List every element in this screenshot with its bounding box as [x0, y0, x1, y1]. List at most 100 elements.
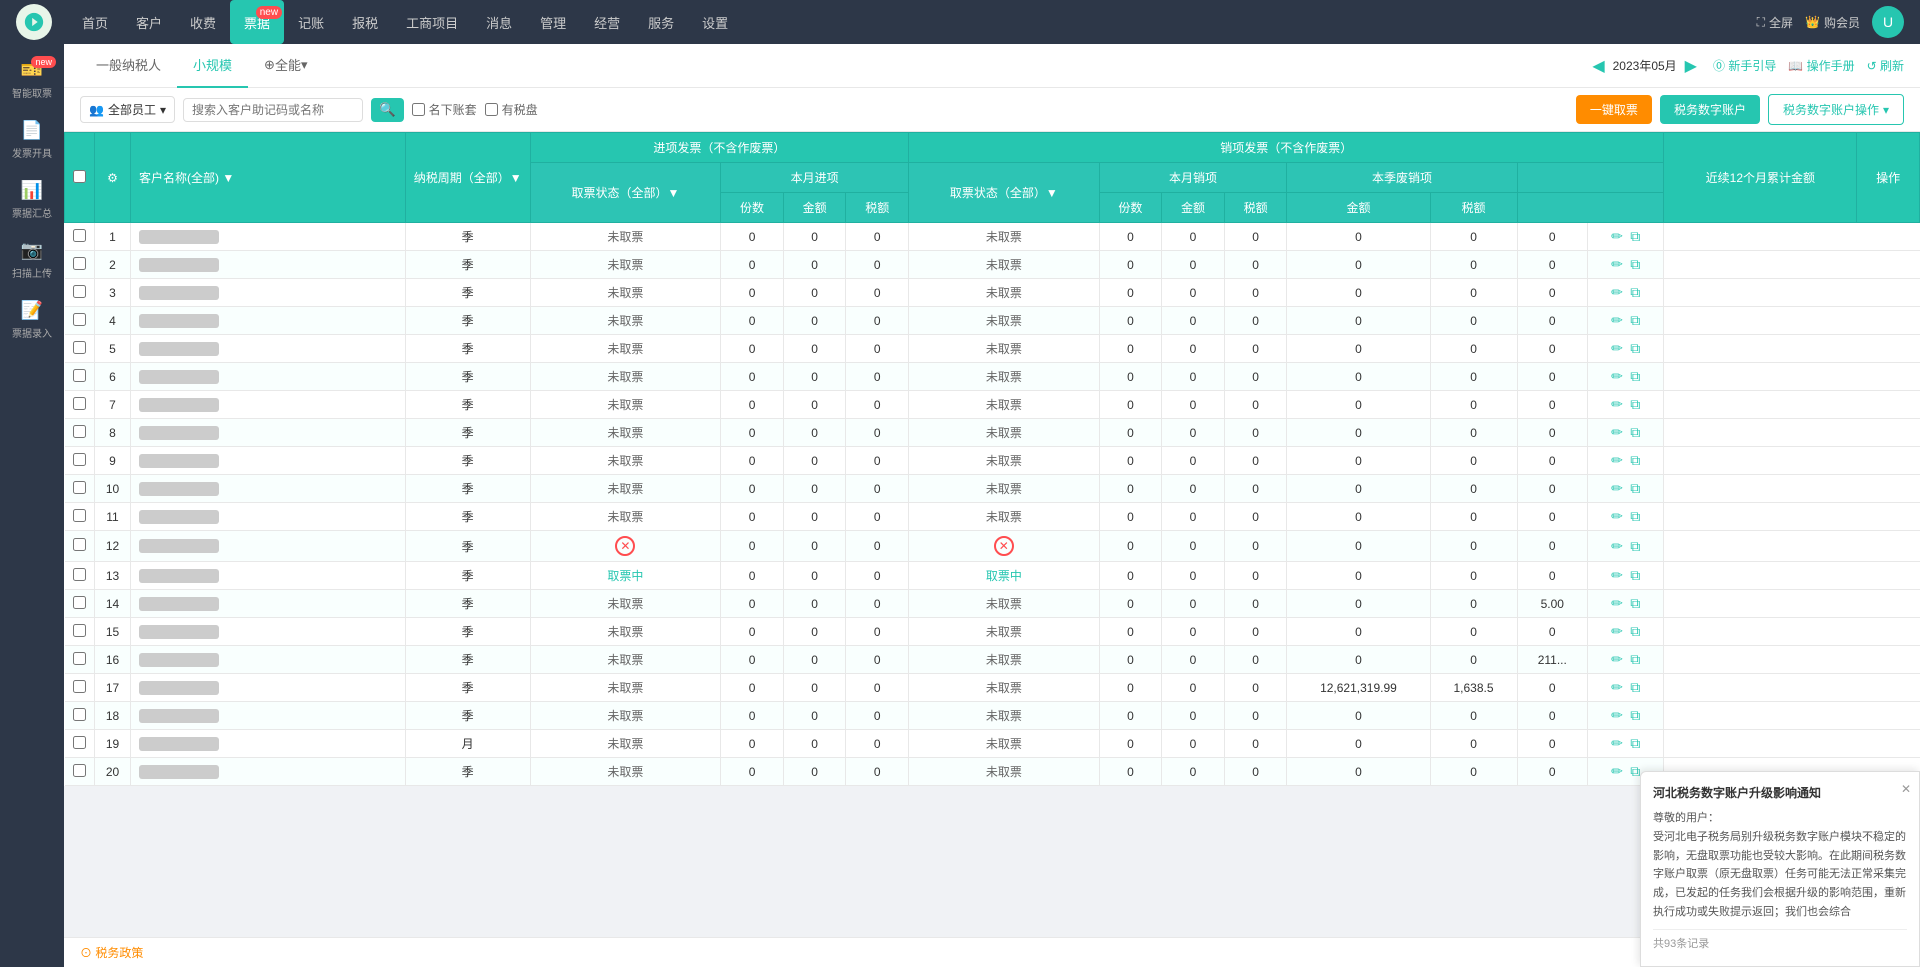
edit-action-icon[interactable]: ✏	[1611, 340, 1623, 356]
edit-action-icon[interactable]: ✏	[1611, 312, 1623, 328]
edit-action-icon[interactable]: ✏	[1611, 480, 1623, 496]
row-checkbox[interactable]	[73, 285, 86, 298]
tax-policy-link[interactable]: ⊙ 税务政策	[80, 944, 143, 961]
sidebar-item-ticket-entry[interactable]: 📝 票据录入	[4, 292, 60, 348]
tab-small-scale[interactable]: 小规模	[177, 44, 248, 88]
row-checkbox-cell[interactable]	[65, 307, 95, 335]
copy-action-icon[interactable]: ⧉	[1630, 452, 1640, 468]
nav-tickets[interactable]: 票据 new	[230, 0, 284, 44]
tax-disk-checkbox[interactable]	[485, 103, 498, 116]
row-checkbox[interactable]	[73, 341, 86, 354]
sidebar-item-ticket-summary[interactable]: 📊 票据汇总	[4, 172, 60, 228]
edit-action-icon[interactable]: ✏	[1611, 368, 1623, 384]
row-checkbox[interactable]	[73, 596, 86, 609]
row-checkbox[interactable]	[73, 397, 86, 410]
sidebar-item-invoice-open[interactable]: 📄 发票开具	[4, 112, 60, 168]
row-checkbox-cell[interactable]	[65, 279, 95, 307]
copy-action-icon[interactable]: ⧉	[1630, 284, 1640, 300]
copy-action-icon[interactable]: ⧉	[1630, 396, 1640, 412]
edit-action-icon[interactable]: ✏	[1611, 735, 1623, 751]
row-checkbox[interactable]	[73, 229, 86, 242]
row-checkbox[interactable]	[73, 257, 86, 270]
digital-tax-account-button[interactable]: 税务数字账户	[1660, 95, 1760, 124]
row-checkbox-cell[interactable]	[65, 618, 95, 646]
copy-action-icon[interactable]: ⧉	[1630, 735, 1640, 751]
app-logo[interactable]	[16, 4, 52, 40]
sidebar-item-smart-ticket[interactable]: 🎫 智能取票 new	[4, 52, 60, 108]
tab-general-taxpayer[interactable]: 一般纳税人	[80, 44, 177, 88]
nav-tax[interactable]: 报税	[338, 0, 392, 44]
refresh-link[interactable]: ↺ 刷新	[1867, 57, 1904, 74]
one-click-fetch-button[interactable]: 一键取票	[1576, 95, 1652, 124]
row-checkbox[interactable]	[73, 313, 86, 326]
edit-action-icon[interactable]: ✏	[1611, 508, 1623, 524]
edit-action-icon[interactable]: ✏	[1611, 396, 1623, 412]
row-checkbox[interactable]	[73, 624, 86, 637]
tax-disk-checkbox-label[interactable]: 有税盘	[485, 101, 538, 118]
sub-account-checkbox[interactable]	[412, 103, 425, 116]
copy-action-icon[interactable]: ⧉	[1630, 228, 1640, 244]
edit-action-icon[interactable]: ✏	[1611, 651, 1623, 667]
edit-action-icon[interactable]: ✏	[1611, 228, 1623, 244]
nav-service[interactable]: 服务	[634, 0, 688, 44]
row-checkbox-cell[interactable]	[65, 391, 95, 419]
row-checkbox[interactable]	[73, 736, 86, 749]
col-header-in-status[interactable]: 取票状态（全部）▼	[530, 163, 721, 223]
col-header-out-status[interactable]: 取票状态（全部）▼	[909, 163, 1100, 223]
col-header-period[interactable]: 纳税周期（全部）▼	[405, 133, 530, 223]
copy-action-icon[interactable]: ⧉	[1630, 312, 1640, 328]
employee-select[interactable]: 👥 全部员工 ▾	[80, 96, 175, 123]
copy-action-icon[interactable]: ⧉	[1630, 508, 1640, 524]
edit-action-icon[interactable]: ✏	[1611, 623, 1623, 639]
row-checkbox-cell[interactable]	[65, 590, 95, 618]
row-checkbox[interactable]	[73, 708, 86, 721]
nav-business[interactable]: 工商项目	[392, 0, 472, 44]
row-checkbox[interactable]	[73, 481, 86, 494]
user-avatar[interactable]: U	[1872, 6, 1904, 38]
nav-accounting[interactable]: 记账	[284, 0, 338, 44]
nav-home[interactable]: 首页	[68, 0, 122, 44]
copy-action-icon[interactable]: ⧉	[1630, 707, 1640, 723]
tab-all[interactable]: ⊕ 全能 ▾	[248, 44, 323, 88]
prev-month-button[interactable]: ◀	[1592, 56, 1604, 76]
edit-action-icon[interactable]: ✏	[1611, 567, 1623, 583]
copy-action-icon[interactable]: ⧉	[1630, 595, 1640, 611]
row-checkbox[interactable]	[73, 680, 86, 693]
copy-action-icon[interactable]: ⧉	[1630, 340, 1640, 356]
row-checkbox-cell[interactable]	[65, 702, 95, 730]
notice-close-button[interactable]: ✕	[1901, 780, 1911, 799]
sidebar-item-scan-upload[interactable]: 📷 扫描上传	[4, 232, 60, 288]
row-checkbox-cell[interactable]	[65, 251, 95, 279]
row-checkbox-cell[interactable]	[65, 562, 95, 590]
copy-action-icon[interactable]: ⧉	[1630, 368, 1640, 384]
digital-tax-operations-button[interactable]: 税务数字账户操作 ▾	[1768, 94, 1904, 125]
row-checkbox[interactable]	[73, 453, 86, 466]
row-checkbox-cell[interactable]	[65, 503, 95, 531]
row-checkbox-cell[interactable]	[65, 363, 95, 391]
row-checkbox[interactable]	[73, 509, 86, 522]
edit-action-icon[interactable]: ✏	[1611, 763, 1623, 779]
copy-action-icon[interactable]: ⧉	[1630, 480, 1640, 496]
edit-action-icon[interactable]: ✏	[1611, 284, 1623, 300]
sub-account-checkbox-label[interactable]: 名下账套	[412, 101, 477, 118]
copy-action-icon[interactable]: ⧉	[1630, 679, 1640, 695]
customer-search-input[interactable]	[183, 98, 363, 122]
operation-manual-link[interactable]: 📖 操作手册	[1788, 57, 1854, 74]
copy-action-icon[interactable]: ⧉	[1630, 763, 1640, 779]
next-month-button[interactable]: ▶	[1685, 56, 1697, 76]
edit-action-icon[interactable]: ✏	[1611, 679, 1623, 695]
new-guide-link[interactable]: ⓪ 新手引导	[1713, 57, 1776, 74]
edit-action-icon[interactable]: ✏	[1611, 452, 1623, 468]
member-button[interactable]: 👑 购会员	[1805, 14, 1860, 31]
row-checkbox-cell[interactable]	[65, 531, 95, 562]
fullscreen-button[interactable]: ⛶ 全屏	[1757, 14, 1793, 31]
row-checkbox[interactable]	[73, 764, 86, 777]
search-button[interactable]: 🔍	[371, 98, 404, 122]
row-checkbox-cell[interactable]	[65, 730, 95, 758]
row-checkbox-cell[interactable]	[65, 447, 95, 475]
row-checkbox-cell[interactable]	[65, 646, 95, 674]
nav-fees[interactable]: 收费	[176, 0, 230, 44]
edit-action-icon[interactable]: ✏	[1611, 595, 1623, 611]
edit-action-icon[interactable]: ✏	[1611, 424, 1623, 440]
row-checkbox-cell[interactable]	[65, 758, 95, 786]
